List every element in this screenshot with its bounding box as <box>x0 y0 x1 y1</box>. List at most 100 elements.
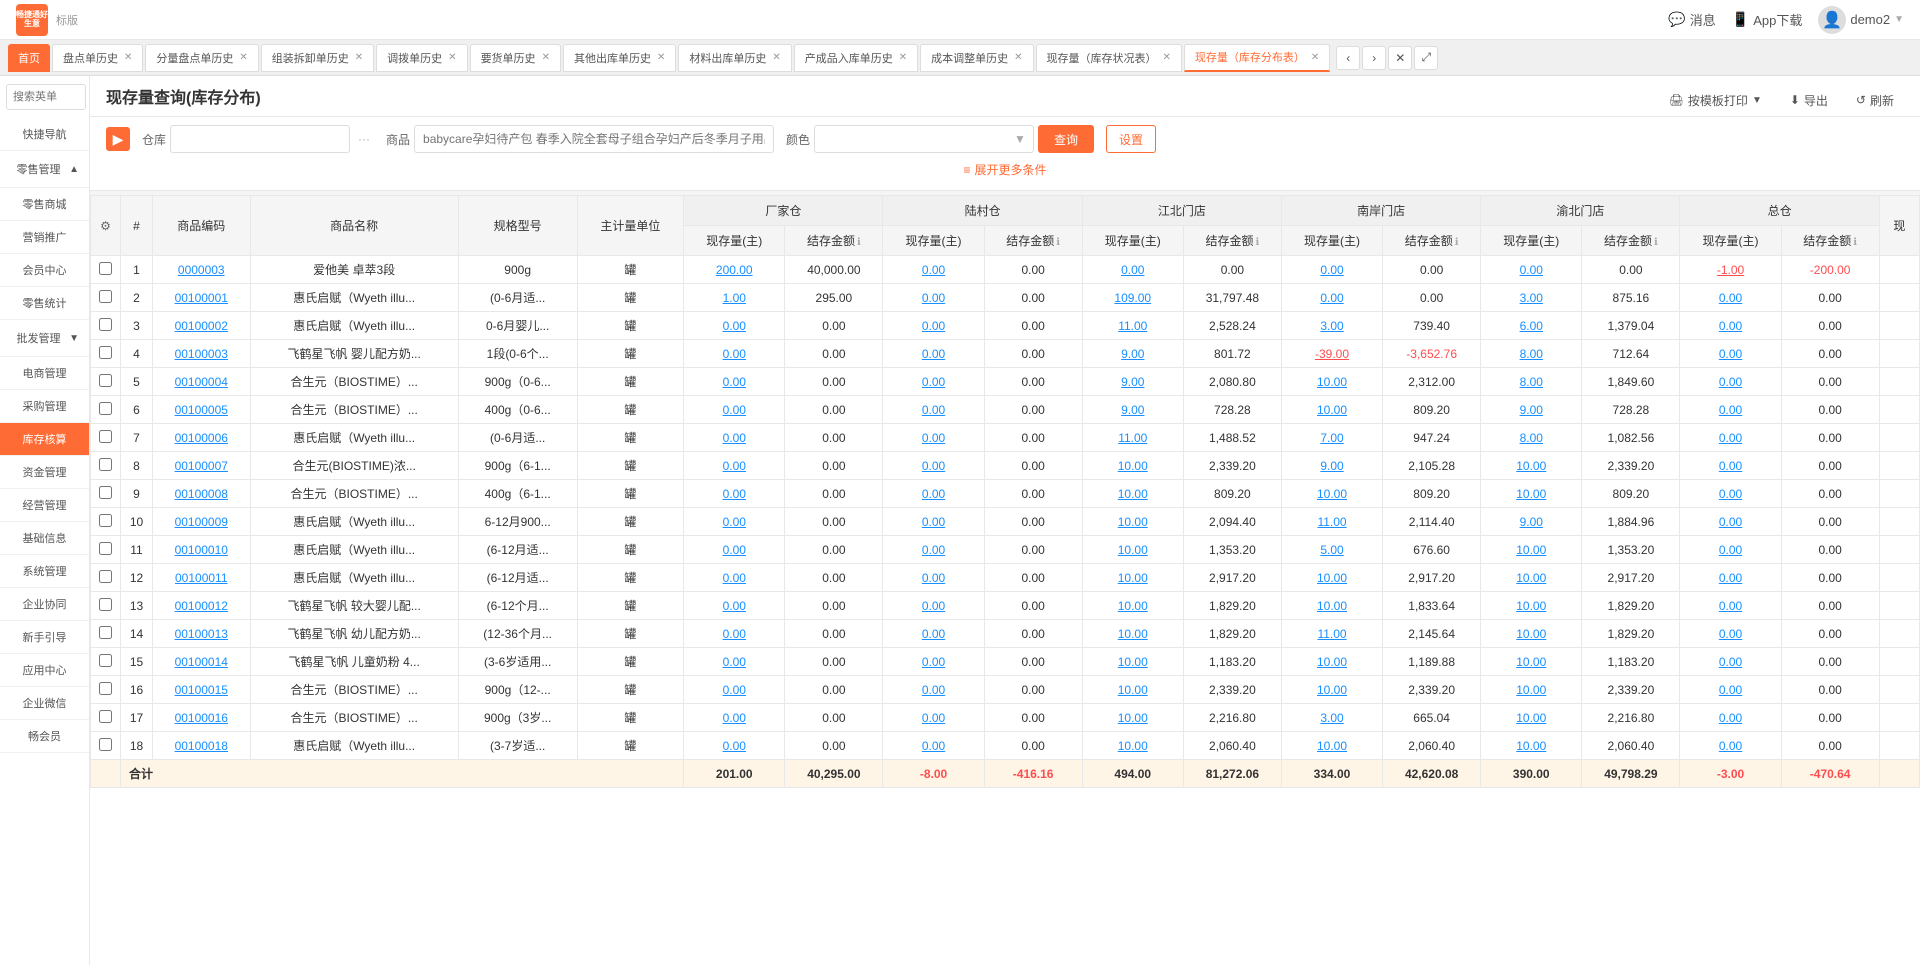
tab-other-out[interactable]: 其他出库单历史 ✕ <box>563 44 676 72</box>
sidebar-item-ops[interactable]: 经营管理 <box>0 489 89 522</box>
cell-checkbox[interactable] <box>91 452 121 480</box>
sidebar-item-quicknav[interactable]: 快捷导航 <box>0 118 89 151</box>
settings-icon[interactable]: ⚙ <box>100 219 111 233</box>
tab-close-cost-adjust[interactable]: ✕ <box>1014 52 1022 63</box>
tab-close-requisition[interactable]: ✕ <box>542 52 550 63</box>
setting-btn[interactable]: 设置 <box>1106 125 1156 153</box>
marketing-label: 营销推广 <box>23 229 67 245</box>
tab-cost-adjust[interactable]: 成本调整单历史 ✕ <box>920 44 1033 72</box>
sidebar-item-wholesale[interactable]: 批发管理 ▼ <box>0 320 89 357</box>
cell-checkbox[interactable] <box>91 620 121 648</box>
factory-amt-info[interactable]: ℹ <box>857 237 861 248</box>
sidebar-item-corp-wechat[interactable]: 企业微信 <box>0 687 89 720</box>
cell-checkbox[interactable] <box>91 368 121 396</box>
tab-close-stock-point[interactable]: ✕ <box>239 52 247 63</box>
cell-checkbox[interactable] <box>91 312 121 340</box>
cell-name: 惠氏启赋（Wyeth illu... <box>250 732 458 760</box>
tab-requisition[interactable]: 要货单历史 ✕ <box>470 44 561 72</box>
tab-label: 调拨单历史 <box>387 50 442 66</box>
sidebar-item-retail-stats[interactable]: 零售统计 <box>0 287 89 320</box>
sidebar-item-marketing[interactable]: 营销推广 <box>0 221 89 254</box>
jiangbei-amt-info[interactable]: ℹ <box>1255 237 1259 248</box>
sidebar-item-member2[interactable]: 畅会员 <box>0 720 89 753</box>
sidebar-item-guide[interactable]: 新手引导 <box>0 621 89 654</box>
sidebar-item-inventory[interactable]: 库存核算 <box>0 423 89 456</box>
sidebar-item-system[interactable]: 系统管理 <box>0 555 89 588</box>
goods-input[interactable] <box>414 125 774 153</box>
warehouse-input[interactable] <box>170 125 350 153</box>
print-btn[interactable]: 🖨 按模板打印 ▼ <box>1659 88 1772 113</box>
tab-home[interactable]: 首页 <box>8 44 50 72</box>
tab-stock-dist[interactable]: 现存量（库存分布表） ✕ <box>1184 44 1330 72</box>
search-btn[interactable]: 查询 <box>1038 125 1094 153</box>
export-btn[interactable]: ⬇ 导出 <box>1780 88 1838 113</box>
cell-yubei-qty: 6.00 <box>1481 312 1582 340</box>
app-download-btn[interactable]: 📱 App下载 <box>1732 10 1803 29</box>
tab-close-transfer[interactable]: ✕ <box>448 52 456 63</box>
sidebar-item-basic[interactable]: 基础信息 <box>0 522 89 555</box>
cell-checkbox[interactable] <box>91 732 121 760</box>
tab-expand-btn[interactable]: ⤢ <box>1414 46 1438 70</box>
user-area[interactable]: 👤 demo2 ▼ <box>1818 6 1904 34</box>
refresh-btn[interactable]: ↺ 刷新 <box>1846 88 1904 113</box>
sidebar-item-ecom[interactable]: 电商管理 <box>0 357 89 390</box>
cell-checkbox[interactable] <box>91 424 121 452</box>
tab-close-stock-status[interactable]: ✕ <box>1163 52 1171 63</box>
color-input[interactable] <box>814 125 1034 153</box>
sidebar-item-finance[interactable]: 资金管理 <box>0 456 89 489</box>
tab-close-combo[interactable]: ✕ <box>355 52 363 63</box>
sidebar-item-retail-mgmt[interactable]: 零售管理 ▲ <box>0 151 89 188</box>
cell-checkbox[interactable] <box>91 648 121 676</box>
cell-checkbox[interactable] <box>91 536 121 564</box>
cell-unit: 罐 <box>577 340 684 368</box>
tab-material-out[interactable]: 材料出库单历史 ✕ <box>678 44 791 72</box>
cell-factory-amt: 0.00 <box>785 536 883 564</box>
tab-stock-status[interactable]: 现存量（库存状况表） ✕ <box>1036 44 1182 72</box>
cell-yubei-qty: 10.00 <box>1481 592 1582 620</box>
sidebar-item-enterprise[interactable]: 企业协同 <box>0 588 89 621</box>
cell-checkbox[interactable] <box>91 592 121 620</box>
filter-expand-btn[interactable]: ▶ <box>106 127 130 151</box>
cell-checkbox[interactable] <box>91 704 121 732</box>
tab-close-other-out[interactable]: ✕ <box>657 52 665 63</box>
cell-checkbox[interactable] <box>91 480 121 508</box>
cell-land-qty: 0.00 <box>883 284 984 312</box>
sidebar-item-retail-mall[interactable]: 零售商城 <box>0 188 89 221</box>
cell-checkbox[interactable] <box>91 564 121 592</box>
sidebar-item-apps[interactable]: 应用中心 <box>0 654 89 687</box>
cell-checkbox[interactable] <box>91 256 121 284</box>
cell-checkbox[interactable] <box>91 396 121 424</box>
cell-nanbin-amt: 2,312.00 <box>1383 368 1481 396</box>
tab-transfer[interactable]: 调拨单历史 ✕ <box>376 44 467 72</box>
tab-stock-single[interactable]: 盘点单历史 ✕ <box>52 44 143 72</box>
tab-prev-btn[interactable]: ‹ <box>1336 46 1360 70</box>
message-btn[interactable]: 💬 消息 <box>1668 10 1715 29</box>
tab-product-in[interactable]: 产成品入库单历史 ✕ <box>794 44 918 72</box>
tab-close-stock-dist[interactable]: ✕ <box>1311 52 1319 63</box>
tab-close-product-in[interactable]: ✕ <box>899 52 907 63</box>
cell-land-qty: 0.00 <box>883 564 984 592</box>
cell-code: 00100006 <box>153 424 251 452</box>
tab-combo[interactable]: 组装拆卸单历史 ✕ <box>261 44 374 72</box>
tab-more-btn[interactable]: ✕ <box>1388 46 1412 70</box>
total-amt-info[interactable]: ℹ <box>1853 237 1857 248</box>
cell-checkbox[interactable] <box>91 676 121 704</box>
user-arrow: ▼ <box>1894 14 1904 25</box>
tab-next-btn[interactable]: › <box>1362 46 1386 70</box>
tab-stock-point[interactable]: 分量盘点单历史 ✕ <box>145 44 258 72</box>
cell-checkbox[interactable] <box>91 340 121 368</box>
tab-close-material-out[interactable]: ✕ <box>772 52 780 63</box>
yubei-amt-info[interactable]: ℹ <box>1654 237 1658 248</box>
land-amt-info[interactable]: ℹ <box>1056 237 1060 248</box>
tab-close-stock-single[interactable]: ✕ <box>124 52 132 63</box>
th-settings[interactable]: ⚙ <box>91 196 121 256</box>
nanbin-amt-info[interactable]: ℹ <box>1455 237 1459 248</box>
sidebar-item-member[interactable]: 会员中心 <box>0 254 89 287</box>
table-container[interactable]: ⚙ # 商品编码 商品名称 规格型号 主计量单位 厂家仓 陆村仓 江北门店 南岸… <box>90 195 1920 965</box>
sidebar-item-purchase[interactable]: 采购管理 <box>0 390 89 423</box>
cell-unit: 罐 <box>577 368 684 396</box>
cell-checkbox[interactable] <box>91 284 121 312</box>
cell-checkbox[interactable] <box>91 508 121 536</box>
expand-more-btn[interactable]: ≡ 展开更多条件 <box>955 157 1054 182</box>
search-input[interactable] <box>6 84 86 110</box>
